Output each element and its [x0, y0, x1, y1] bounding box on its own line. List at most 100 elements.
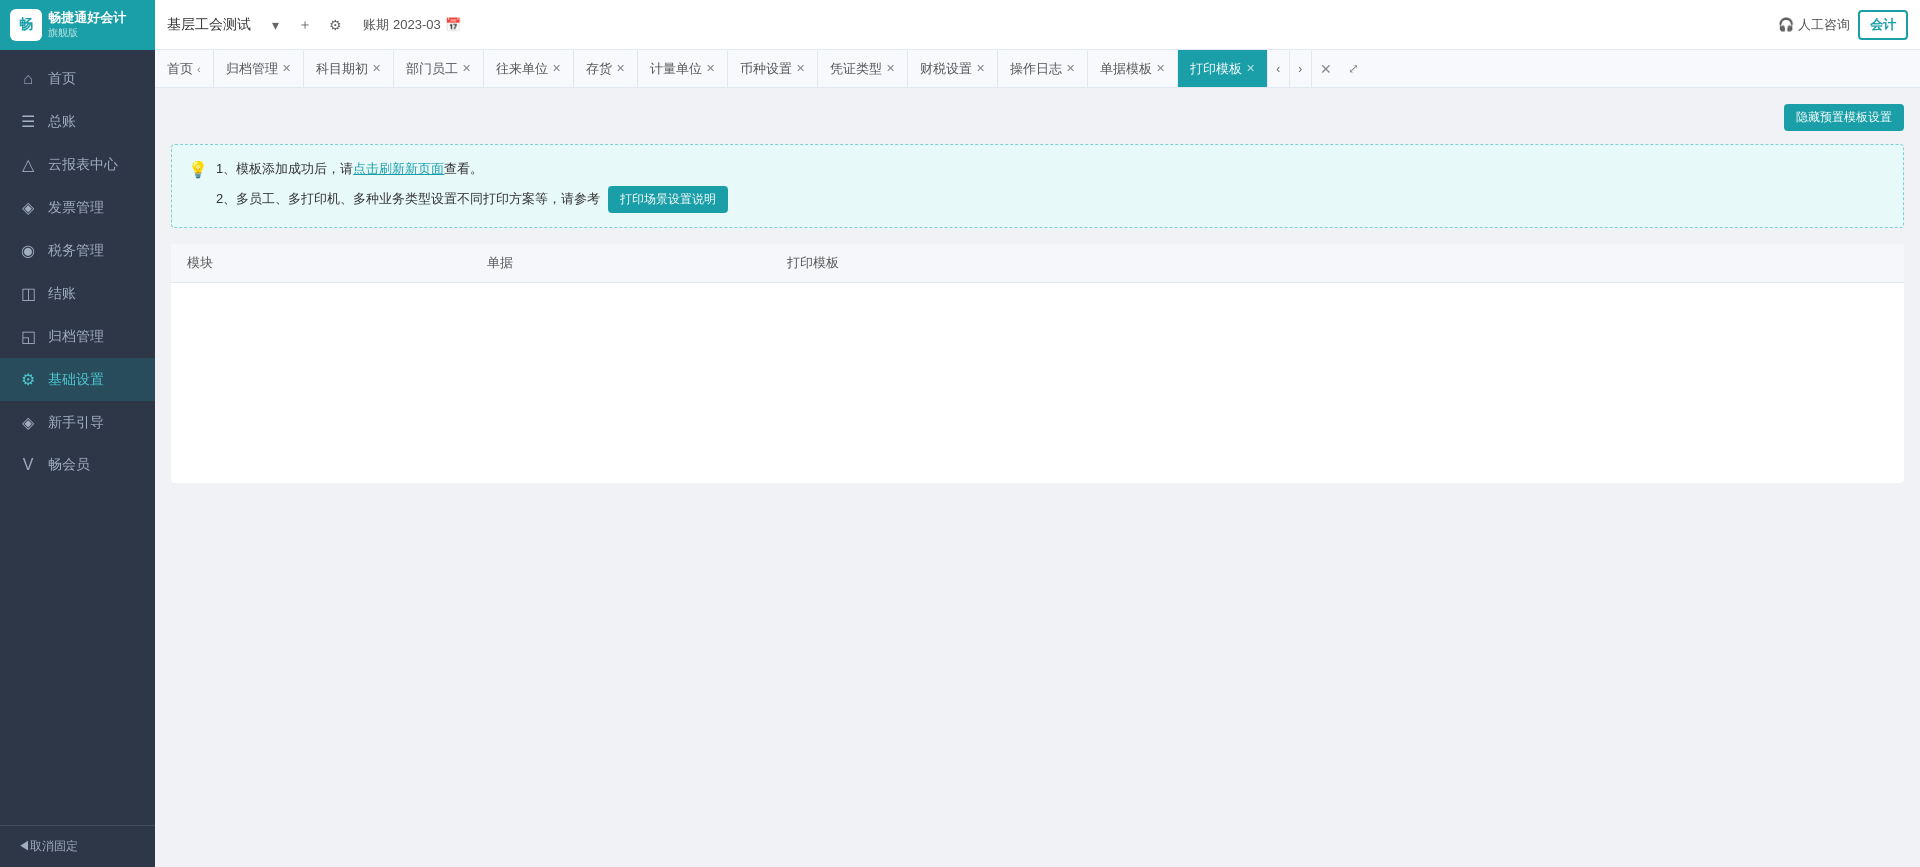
tab-suppliers-label: 往来单位 [496, 60, 548, 78]
tab-single-template-label: 单据模板 [1100, 60, 1152, 78]
print-scene-button[interactable]: 打印场景设置说明 [608, 186, 728, 213]
service-label: 人工咨询 [1798, 16, 1850, 34]
tab-subject-init[interactable]: 科目期初 ✕ [304, 50, 394, 88]
archive-icon: ◱ [18, 327, 38, 346]
reports-icon: △ [18, 155, 38, 174]
sidebar-item-settings[interactable]: ⚙ 基础设置 [0, 358, 155, 401]
info-text-1: 1、模板添加成功后，请点击刷新新页面查看。 [216, 159, 483, 180]
tab-measure-unit-close[interactable]: ✕ [706, 62, 715, 75]
tab-currency[interactable]: 币种设置 ✕ [728, 50, 818, 88]
home-icon: ⌂ [18, 70, 38, 88]
add-icon[interactable]: ＋ [293, 13, 317, 37]
sidebar-item-settle[interactable]: ◫ 结账 [0, 272, 155, 315]
sidebar-nav: ⌂ 首页 ☰ 总账 △ 云报表中心 ◈ 发票管理 ◉ 税务管理 ◫ 结账 ◱ 归… [0, 50, 155, 825]
tab-single-template[interactable]: 单据模板 ✕ [1088, 50, 1178, 88]
table-body [171, 283, 1904, 483]
tab-op-log-close[interactable]: ✕ [1066, 62, 1075, 75]
tabs-expand-button[interactable]: ⤢ [1340, 50, 1368, 88]
tab-subject-init-close[interactable]: ✕ [372, 62, 381, 75]
topbar: 基层工会测试 ▾ ＋ ⚙ 账期 2023-03 📅 🎧 人工咨询 会计 [155, 0, 1920, 50]
tab-suppliers[interactable]: 往来单位 ✕ [484, 50, 574, 88]
tab-tax-settings[interactable]: 财税设置 ✕ [908, 50, 998, 88]
sidebar-item-guide[interactable]: ◈ 新手引导 [0, 401, 155, 444]
sidebar-item-archive[interactable]: ◱ 归档管理 [0, 315, 155, 358]
tab-measure-unit[interactable]: 计量单位 ✕ [638, 50, 728, 88]
tab-voucher-type-label: 凭证类型 [830, 60, 882, 78]
tab-print-template-close[interactable]: ✕ [1246, 62, 1255, 75]
member-icon: V [18, 456, 38, 474]
period-value: 2023-03 [393, 17, 441, 32]
tab-archive-mgmt-label: 归档管理 [226, 60, 278, 78]
tab-voucher-type-close[interactable]: ✕ [886, 62, 895, 75]
unpin-label: ◀取消固定 [18, 838, 78, 855]
topbar-actions: ▾ ＋ ⚙ [263, 13, 347, 37]
info-row-2: 💡 2、多员工、多打印机、多种业务类型设置不同打印方案等，请参考 打印场景设置说… [188, 186, 1887, 213]
tabs-next-button[interactable]: › [1290, 50, 1312, 88]
tab-home[interactable]: 首页 ‹ [155, 50, 214, 88]
sidebar-item-ledger[interactable]: ☰ 总账 [0, 100, 155, 143]
tab-currency-label: 币种设置 [740, 60, 792, 78]
tab-tax-settings-label: 财税设置 [920, 60, 972, 78]
settle-icon: ◫ [18, 284, 38, 303]
bulb-icon: 💡 [188, 160, 208, 179]
sidebar-item-home-label: 首页 [48, 70, 76, 88]
sidebar-item-home[interactable]: ⌂ 首页 [0, 58, 155, 100]
ledger-icon: ☰ [18, 112, 38, 131]
tab-measure-unit-label: 计量单位 [650, 60, 702, 78]
sidebar-item-tax-label: 税务管理 [48, 242, 104, 260]
tabs-close-all-button[interactable]: ✕ [1312, 50, 1340, 88]
tab-print-template[interactable]: 打印模板 ✕ [1178, 50, 1268, 88]
kuaiji-button[interactable]: 会计 [1858, 10, 1908, 40]
refresh-link[interactable]: 点击刷新新页面 [353, 161, 444, 176]
settings-icon: ⚙ [18, 370, 38, 389]
sidebar-item-invoice-label: 发票管理 [48, 199, 104, 217]
tab-archive-mgmt[interactable]: 归档管理 ✕ [214, 50, 304, 88]
hide-template-button[interactable]: 隐藏预置模板设置 [1784, 104, 1904, 131]
tabs-bar: 首页 ‹ 归档管理 ✕ 科目期初 ✕ 部门员工 ✕ 往来单位 ✕ 存货 ✕ 计量… [155, 50, 1920, 88]
tab-inventory-close[interactable]: ✕ [616, 62, 625, 75]
tax-icon: ◉ [18, 241, 38, 260]
tab-op-log[interactable]: 操作日志 ✕ [998, 50, 1088, 88]
sidebar-item-invoice[interactable]: ◈ 发票管理 [0, 186, 155, 229]
sidebar-logo: 畅 畅捷通好会计 旗舰版 [0, 0, 155, 50]
tab-archive-mgmt-close[interactable]: ✕ [282, 62, 291, 75]
content-area: 隐藏预置模板设置 💡 1、模板添加成功后，请点击刷新新页面查看。 💡 2、多员工… [155, 88, 1920, 867]
service-button[interactable]: 🎧 人工咨询 [1778, 16, 1850, 34]
tab-dept-staff-close[interactable]: ✕ [462, 62, 471, 75]
sidebar-item-ledger-label: 总账 [48, 113, 76, 131]
dropdown-icon[interactable]: ▾ [263, 13, 287, 37]
info-row-1: 💡 1、模板添加成功后，请点击刷新新页面查看。 [188, 159, 1887, 180]
unpin-button[interactable]: ◀取消固定 [0, 825, 155, 867]
period-area: 账期 2023-03 📅 [363, 16, 461, 34]
company-name: 基层工会测试 [167, 16, 251, 34]
sidebar-item-tax[interactable]: ◉ 税务管理 [0, 229, 155, 272]
sidebar-item-archive-label: 归档管理 [48, 328, 104, 346]
sidebar-item-reports[interactable]: △ 云报表中心 [0, 143, 155, 186]
th-module: 模块 [171, 244, 471, 282]
table-header: 模块 单据 打印模板 [171, 244, 1904, 283]
logo-subtitle: 旗舰版 [48, 26, 126, 40]
tabs-prev-button[interactable]: ‹ [1268, 50, 1290, 88]
sidebar-item-settle-label: 结账 [48, 285, 76, 303]
sidebar-item-member[interactable]: V 畅会员 [0, 444, 155, 486]
tab-dept-staff[interactable]: 部门员工 ✕ [394, 50, 484, 88]
tab-inventory[interactable]: 存货 ✕ [574, 50, 638, 88]
topbar-right: 🎧 人工咨询 会计 [1778, 10, 1908, 40]
main-area: 基层工会测试 ▾ ＋ ⚙ 账期 2023-03 📅 🎧 人工咨询 会计 首页 ‹ [155, 0, 1920, 867]
tab-home-chevron: ‹ [197, 63, 201, 75]
headphone-icon: 🎧 [1778, 17, 1794, 32]
tab-voucher-type[interactable]: 凭证类型 ✕ [818, 50, 908, 88]
calendar-icon[interactable]: 📅 [445, 17, 461, 32]
tab-tax-settings-close[interactable]: ✕ [976, 62, 985, 75]
info-box: 💡 1、模板添加成功后，请点击刷新新页面查看。 💡 2、多员工、多打印机、多种业… [171, 144, 1904, 228]
tab-home-label: 首页 [167, 60, 193, 78]
tab-currency-close[interactable]: ✕ [796, 62, 805, 75]
gear-icon[interactable]: ⚙ [323, 13, 347, 37]
sidebar-item-reports-label: 云报表中心 [48, 156, 118, 174]
th-template: 打印模板 [771, 244, 1904, 282]
guide-icon: ◈ [18, 413, 38, 432]
tab-single-template-close[interactable]: ✕ [1156, 62, 1165, 75]
tab-inventory-label: 存货 [586, 60, 612, 78]
data-table: 模块 单据 打印模板 [171, 244, 1904, 483]
tab-suppliers-close[interactable]: ✕ [552, 62, 561, 75]
